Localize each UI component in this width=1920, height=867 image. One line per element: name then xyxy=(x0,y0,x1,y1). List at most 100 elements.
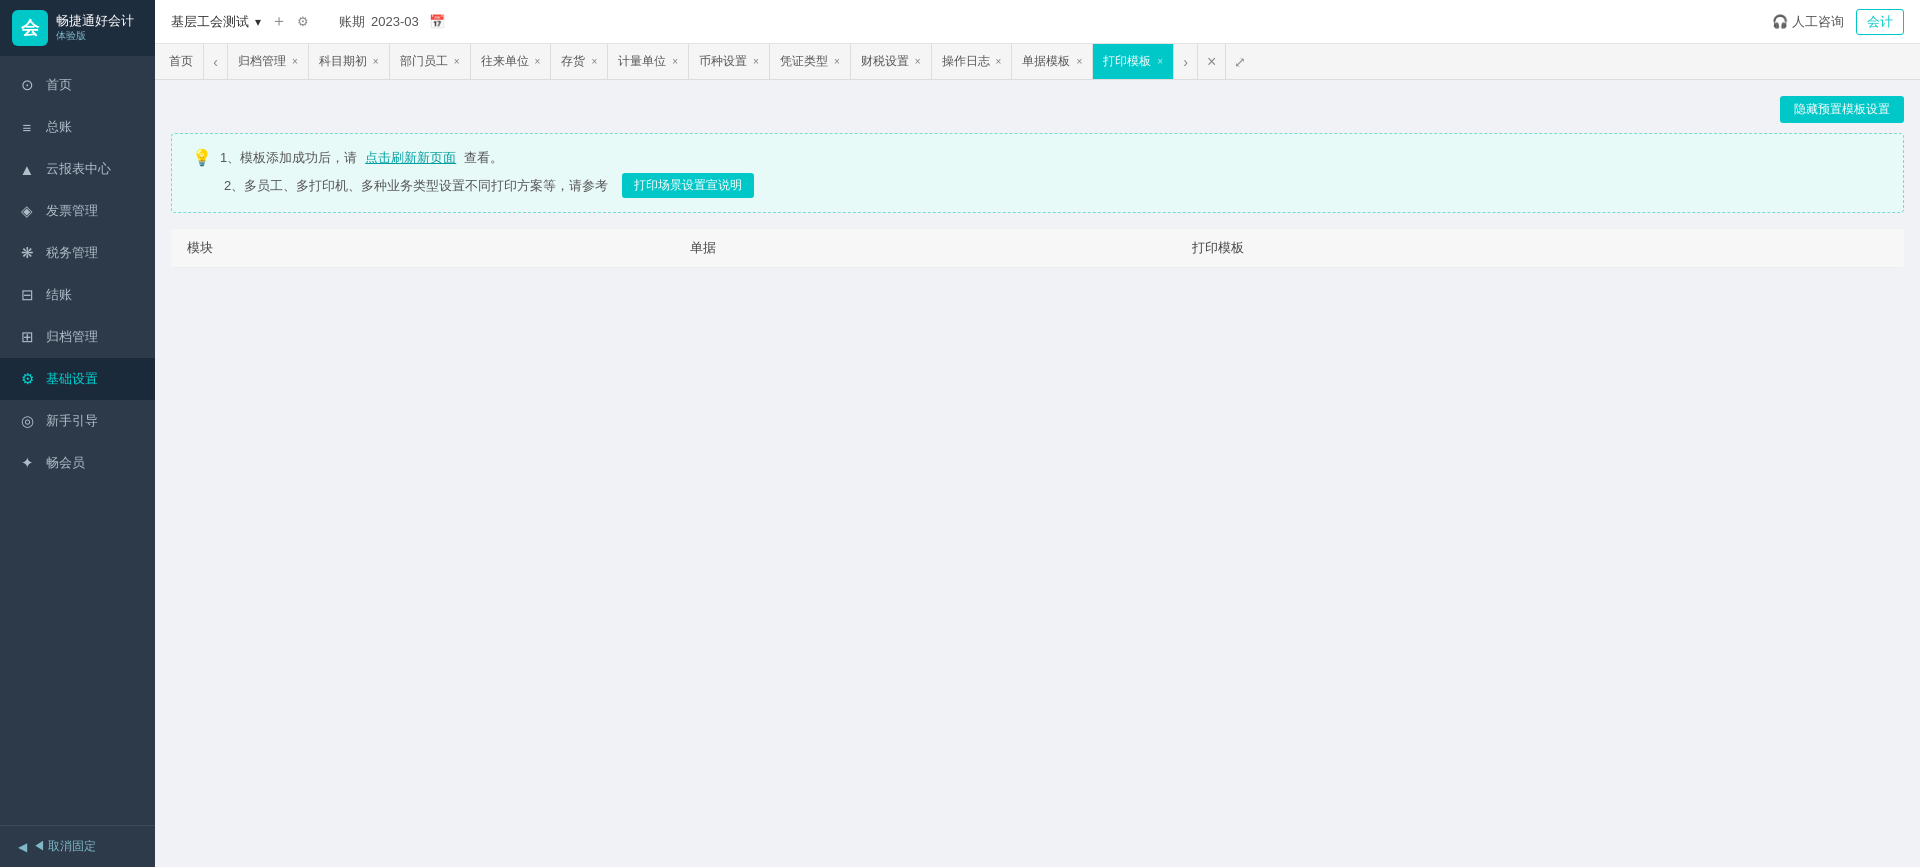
tab-single-form[interactable]: 单据模板 × xyxy=(1012,44,1093,80)
tab-close-all-btn[interactable]: × xyxy=(1198,44,1226,80)
tab-archive[interactable]: 归档管理 × xyxy=(228,44,309,80)
topbar-right: 🎧 人工咨询 会计 xyxy=(1772,9,1904,35)
tab-close-unit[interactable]: × xyxy=(672,56,678,67)
main-area: 基层工会测试 ▾ ＋ ⚙ 账期 2023-03 📅 🎧 人工咨询 会计 首页 ‹… xyxy=(155,0,1920,867)
sidebar-item-invoice[interactable]: ◈ 发票管理 xyxy=(0,190,155,232)
archive-icon: ⊞ xyxy=(18,328,36,346)
sidebar-pin-toggle[interactable]: ◀ ◀ 取消固定 xyxy=(0,825,155,867)
sidebar-item-label: 归档管理 xyxy=(46,328,98,346)
sidebar-item-archive[interactable]: ⊞ 归档管理 xyxy=(0,316,155,358)
sidebar-item-label: 新手引导 xyxy=(46,412,98,430)
invoice-icon: ◈ xyxy=(18,202,36,220)
sidebar-item-label: 结账 xyxy=(46,286,72,304)
logo-sub: 体验版 xyxy=(56,29,134,43)
period-label: 账期 xyxy=(339,13,365,31)
service-label: 人工咨询 xyxy=(1792,13,1844,31)
company-selector[interactable]: 基层工会测试 ▾ xyxy=(171,13,261,31)
tab-partner[interactable]: 往来单位 × xyxy=(471,44,552,80)
member-icon: ✦ xyxy=(18,454,36,472)
explain-btn[interactable]: 打印场景设置宣说明 xyxy=(622,173,754,198)
tab-close-dept[interactable]: × xyxy=(454,56,460,67)
tab-currency[interactable]: 币种设置 × xyxy=(689,44,770,80)
company-name: 基层工会测试 xyxy=(171,13,249,31)
info-box: 💡 1、模板添加成功后，请 点击刷新新页面 查看。 2、多员工、多打印机、多种业… xyxy=(171,133,1904,213)
tabbar: 首页 ‹ 归档管理 × 科目期初 × 部门员工 × 往来单位 × 存货 × 计量… xyxy=(155,44,1920,80)
tab-prev-btn[interactable]: ‹ xyxy=(204,44,228,80)
tab-unit[interactable]: 计量单位 × xyxy=(608,44,689,80)
sidebar-item-report[interactable]: ▲ 云报表中心 xyxy=(0,148,155,190)
sidebar-item-label: 总账 xyxy=(46,118,72,136)
sidebar-item-close[interactable]: ⊟ 结账 xyxy=(0,274,155,316)
tab-op-log[interactable]: 操作日志 × xyxy=(932,44,1013,80)
headset-icon: 🎧 xyxy=(1772,14,1788,29)
logo-area: 会 畅捷通好会计 体验版 xyxy=(0,0,155,56)
sidebar-item-label: 首页 xyxy=(46,76,72,94)
content-area: 隐藏预置模板设置 💡 1、模板添加成功后，请 点击刷新新页面 查看。 2、多员工… xyxy=(155,80,1920,867)
print-template-table: 模块 单据 打印模板 xyxy=(171,229,1904,268)
tab-home[interactable]: 首页 xyxy=(159,44,204,80)
info-line-1: 💡 1、模板添加成功后，请 点击刷新新页面 查看。 xyxy=(192,148,1883,167)
period-selector[interactable]: 账期 2023-03 📅 xyxy=(339,13,445,31)
info-line1-suffix: 查看。 xyxy=(464,149,503,167)
service-button[interactable]: 🎧 人工咨询 xyxy=(1772,13,1844,31)
sidebar-item-label: 发票管理 xyxy=(46,202,98,220)
table-header-row: 模块 单据 打印模板 xyxy=(171,229,1904,268)
tax-icon: ❋ xyxy=(18,244,36,262)
tab-close-subject[interactable]: × xyxy=(373,56,379,67)
sidebar-item-member[interactable]: ✦ 畅会员 xyxy=(0,442,155,484)
hide-preview-btn[interactable]: 隐藏预置模板设置 xyxy=(1780,96,1904,123)
tab-expand-btn[interactable]: ⤢ xyxy=(1226,44,1254,80)
sidebar-item-ledger[interactable]: ≡ 总账 xyxy=(0,106,155,148)
sidebar-item-home[interactable]: ⊙ 首页 xyxy=(0,64,155,106)
calendar-icon: 📅 xyxy=(429,14,445,29)
col-module: 模块 xyxy=(171,229,674,268)
tab-close-archive[interactable]: × xyxy=(292,56,298,67)
col-document: 单据 xyxy=(674,229,1177,268)
company-settings-icon[interactable]: ⚙ xyxy=(297,14,309,29)
tab-stock[interactable]: 存货 × xyxy=(551,44,608,80)
sidebar-item-guide[interactable]: ◎ 新手引导 xyxy=(0,400,155,442)
close-account-icon: ⊟ xyxy=(18,286,36,304)
tab-subject[interactable]: 科目期初 × xyxy=(309,44,390,80)
tab-voucher-type[interactable]: 凭证类型 × xyxy=(770,44,851,80)
sidebar-item-label: 畅会员 xyxy=(46,454,85,472)
refresh-link[interactable]: 点击刷新新页面 xyxy=(365,149,456,167)
info-line1-prefix: 1、模板添加成功后，请 xyxy=(220,149,357,167)
tab-tax-setting[interactable]: 财税设置 × xyxy=(851,44,932,80)
ledger-icon: ≡ xyxy=(18,119,36,136)
pin-icon: ◀ xyxy=(18,840,27,854)
add-company-icon[interactable]: ＋ xyxy=(271,11,287,32)
tab-next-btn[interactable]: › xyxy=(1174,44,1198,80)
sidebar-item-label: 云报表中心 xyxy=(46,160,111,178)
sidebar-item-settings[interactable]: ⚙ 基础设置 xyxy=(0,358,155,400)
sidebar-item-tax[interactable]: ❋ 税务管理 xyxy=(0,232,155,274)
logo-text: 畅捷通好会计 xyxy=(56,13,134,30)
sidebar-item-label: 基础设置 xyxy=(46,370,98,388)
topbar: 基层工会测试 ▾ ＋ ⚙ 账期 2023-03 📅 🎧 人工咨询 会计 xyxy=(155,0,1920,44)
tab-close-currency[interactable]: × xyxy=(753,56,759,67)
tab-close-print-template[interactable]: × xyxy=(1157,56,1163,67)
tab-dept[interactable]: 部门员工 × xyxy=(390,44,471,80)
col-print-template: 打印模板 xyxy=(1176,229,1904,268)
sidebar-footer-label: ◀ 取消固定 xyxy=(33,838,96,855)
guide-icon: ◎ xyxy=(18,412,36,430)
bulb-icon: 💡 xyxy=(192,148,212,167)
tab-close-single-form[interactable]: × xyxy=(1076,56,1082,67)
company-dropdown-icon: ▾ xyxy=(255,15,261,29)
tab-close-op-log[interactable]: × xyxy=(996,56,1002,67)
sidebar: 会 畅捷通好会计 体验版 ⊙ 首页 ≡ 总账 ▲ 云报表中心 ◈ 发票管理 ❋ … xyxy=(0,0,155,867)
tab-close-partner[interactable]: × xyxy=(535,56,541,67)
home-icon: ⊙ xyxy=(18,76,36,94)
tab-close-stock[interactable]: × xyxy=(591,56,597,67)
tab-print-template[interactable]: 打印模板 × xyxy=(1093,44,1174,80)
kuai-button[interactable]: 会计 xyxy=(1856,9,1904,35)
sidebar-item-label: 税务管理 xyxy=(46,244,98,262)
logo-icon: 会 xyxy=(12,10,48,46)
period-value: 2023-03 xyxy=(371,14,419,29)
sidebar-nav: ⊙ 首页 ≡ 总账 ▲ 云报表中心 ◈ 发票管理 ❋ 税务管理 ⊟ 结账 ⊞ 归… xyxy=(0,56,155,825)
info-line2-prefix: 2、多员工、多打印机、多种业务类型设置不同打印方案等，请参考 xyxy=(224,177,608,195)
tab-close-voucher-type[interactable]: × xyxy=(834,56,840,67)
settings-icon: ⚙ xyxy=(18,370,36,388)
tab-close-tax-setting[interactable]: × xyxy=(915,56,921,67)
report-icon: ▲ xyxy=(18,161,36,178)
